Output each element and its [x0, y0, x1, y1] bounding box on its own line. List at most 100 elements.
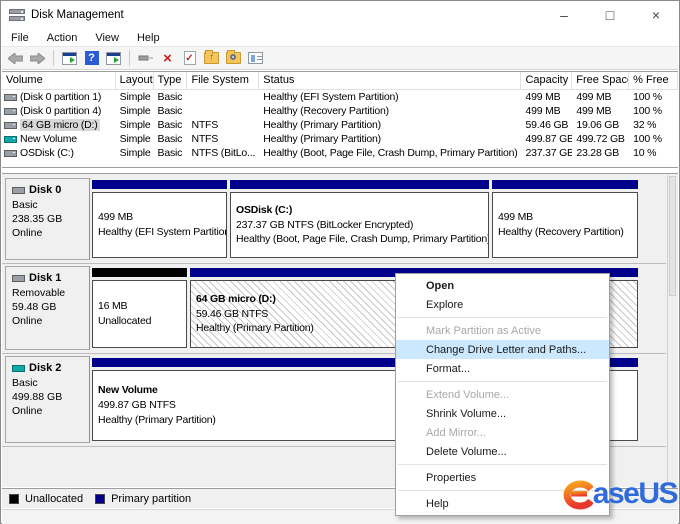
disk1-label[interactable]: Disk 1 Removable 59.48 GB Online — [5, 266, 90, 350]
maximize-button[interactable]: □ — [587, 1, 633, 29]
disk2-label[interactable]: Disk 2 Basic 499.88 GB Online — [5, 356, 90, 443]
primary-partition-bar — [230, 180, 489, 189]
disk-management-icon — [9, 8, 25, 22]
cell-pct-free: 100 % — [633, 91, 662, 103]
cell-layout: Simple — [119, 105, 151, 117]
cell-status: Healthy (Primary Partition) — [263, 119, 381, 131]
menu-view[interactable]: View — [86, 31, 128, 45]
rescan-icon[interactable] — [137, 50, 154, 67]
action-pane-icon[interactable] — [105, 50, 122, 67]
partition-size: 16 MB — [98, 300, 128, 313]
cell-layout: Simple — [119, 133, 151, 145]
menu-separator — [398, 464, 607, 465]
primary-partition-bar — [92, 180, 227, 189]
partition-status: Unallocated — [98, 315, 152, 327]
cell-capacity: 499 MB — [525, 91, 561, 103]
cell-pct-free: 32 % — [633, 119, 657, 131]
menu-item-shrink-volume[interactable]: Shrink Volume... — [396, 404, 609, 423]
menu-file[interactable]: File — [2, 31, 38, 45]
partition-size: 499 MB — [98, 211, 133, 224]
cell-free-space: 23.28 GB — [576, 147, 620, 159]
table-row[interactable]: (Disk 0 partition 1) Simple Basic Health… — [2, 90, 678, 104]
cell-status: Healthy (EFI System Partition) — [263, 91, 399, 103]
minimize-button[interactable]: – — [541, 1, 587, 29]
disk-size: 499.88 GB — [12, 391, 63, 404]
column-header-capacity[interactable]: Capacity — [521, 72, 573, 89]
toolbar-separator — [53, 50, 54, 66]
legend-unallocated-swatch — [9, 493, 19, 504]
cell-file-system: NTFS (BitLo... — [191, 147, 256, 159]
column-header-type[interactable]: Type — [154, 72, 188, 89]
easeus-logo-e-icon — [563, 480, 593, 510]
menu-item-format[interactable]: Format... — [396, 359, 609, 378]
menu-separator — [398, 317, 607, 318]
volume-name: 64 GB micro (D:) — [20, 119, 100, 131]
table-row[interactable]: (Disk 0 partition 4) Simple Basic Health… — [2, 104, 678, 118]
partition-unallocated[interactable]: 16 MB Unallocated — [91, 266, 188, 350]
disk-icon — [4, 121, 17, 129]
forward-icon[interactable] — [29, 50, 46, 67]
explore-folder-icon[interactable] — [225, 50, 242, 67]
menu-item-open[interactable]: Open — [396, 276, 609, 295]
disk-name: Disk 1 — [29, 272, 62, 284]
properties-icon[interactable] — [247, 50, 264, 67]
column-header-layout[interactable]: Layout — [116, 72, 154, 89]
cell-pct-free: 10 % — [633, 147, 657, 159]
menu-item-extend-volume: Extend Volume... — [426, 388, 510, 401]
cell-capacity: 59.46 GB — [525, 119, 569, 131]
close-button[interactable]: × — [633, 1, 679, 29]
cell-type: Basic — [157, 91, 183, 103]
table-row-selected[interactable]: 64 GB micro (D:) Simple Basic NTFS Healt… — [2, 118, 678, 132]
vertical-scrollbar[interactable] — [667, 175, 677, 486]
disk-state: Online — [12, 315, 43, 328]
disk-icon — [4, 93, 17, 101]
volume-name: New Volume — [20, 133, 77, 145]
column-header-file-system[interactable]: File System — [187, 72, 260, 89]
check-document-icon[interactable]: ✓ — [181, 50, 198, 67]
disk-name: Disk 0 — [29, 184, 62, 196]
open-folder-icon[interactable]: ↑ — [203, 50, 220, 67]
cell-capacity: 499.87 GB — [525, 133, 573, 145]
volume-list: Volume Layout Type File System Status Ca… — [2, 71, 678, 168]
cell-capacity: 237.37 GB — [525, 147, 573, 159]
menu-item-explore[interactable]: Explore — [396, 295, 609, 314]
cell-type: Basic — [157, 133, 183, 145]
partition-status: Healthy (Boot, Page File, Crash Dump, Pr… — [236, 233, 489, 246]
partition-status: Healthy (Recovery Partition) — [498, 226, 624, 238]
back-icon[interactable] — [7, 50, 24, 67]
cell-status: Healthy (Recovery Partition) — [263, 105, 389, 117]
console-window-icon[interactable] — [61, 50, 78, 67]
menu-item-delete-volume[interactable]: Delete Volume... — [396, 442, 609, 461]
delete-icon[interactable]: × — [159, 50, 176, 67]
partition-title: OSDisk (C:) — [236, 203, 293, 216]
title-bar: Disk Management – □ × — [1, 1, 679, 29]
column-header-status[interactable]: Status — [259, 72, 522, 89]
column-header-volume[interactable]: Volume — [2, 72, 116, 89]
scrollbar-thumb[interactable] — [669, 176, 676, 296]
table-row[interactable]: New Volume Simple Basic NTFS Healthy (Pr… — [2, 132, 678, 146]
partition-status: Healthy (EFI System Partition) — [98, 226, 227, 238]
cell-file-system: NTFS — [191, 133, 219, 145]
help-icon[interactable]: ? — [83, 50, 100, 67]
volume-list-header: Volume Layout Type File System Status Ca… — [2, 72, 678, 90]
easeus-logo-text: aseUS — [592, 477, 679, 510]
disk-kind: Basic — [12, 376, 38, 389]
cell-type: Basic — [157, 119, 183, 131]
toolbar: ? × ✓ ↑ — [2, 46, 678, 70]
menu-item-change-drive-letter[interactable]: Change Drive Letter and Paths... — [396, 340, 609, 359]
disk-state: Online — [12, 405, 43, 418]
table-row[interactable]: OSDisk (C:) Simple Basic NTFS (BitLo... … — [2, 146, 678, 160]
partition-efi[interactable]: 499 MB Healthy (EFI System Partition) — [91, 178, 228, 260]
disk0-label[interactable]: Disk 0 Basic 238.35 GB Online — [5, 178, 90, 260]
column-header-pct-free[interactable]: % Free — [629, 72, 678, 89]
menu-action[interactable]: Action — [38, 31, 87, 45]
disk-icon — [4, 135, 17, 143]
column-header-free-space[interactable]: Free Space — [572, 72, 630, 89]
partition-recovery[interactable]: 499 MB Healthy (Recovery Partition) — [491, 178, 639, 260]
cell-pct-free: 100 % — [633, 105, 662, 117]
partition-osdisk[interactable]: OSDisk (C:) 237.37 GB NTFS (BitLocker En… — [229, 178, 490, 260]
legend-primary-swatch — [95, 493, 106, 504]
menu-help[interactable]: Help — [128, 31, 169, 45]
menu-bar: File Action View Help — [2, 29, 678, 46]
primary-partition-bar — [492, 180, 638, 189]
